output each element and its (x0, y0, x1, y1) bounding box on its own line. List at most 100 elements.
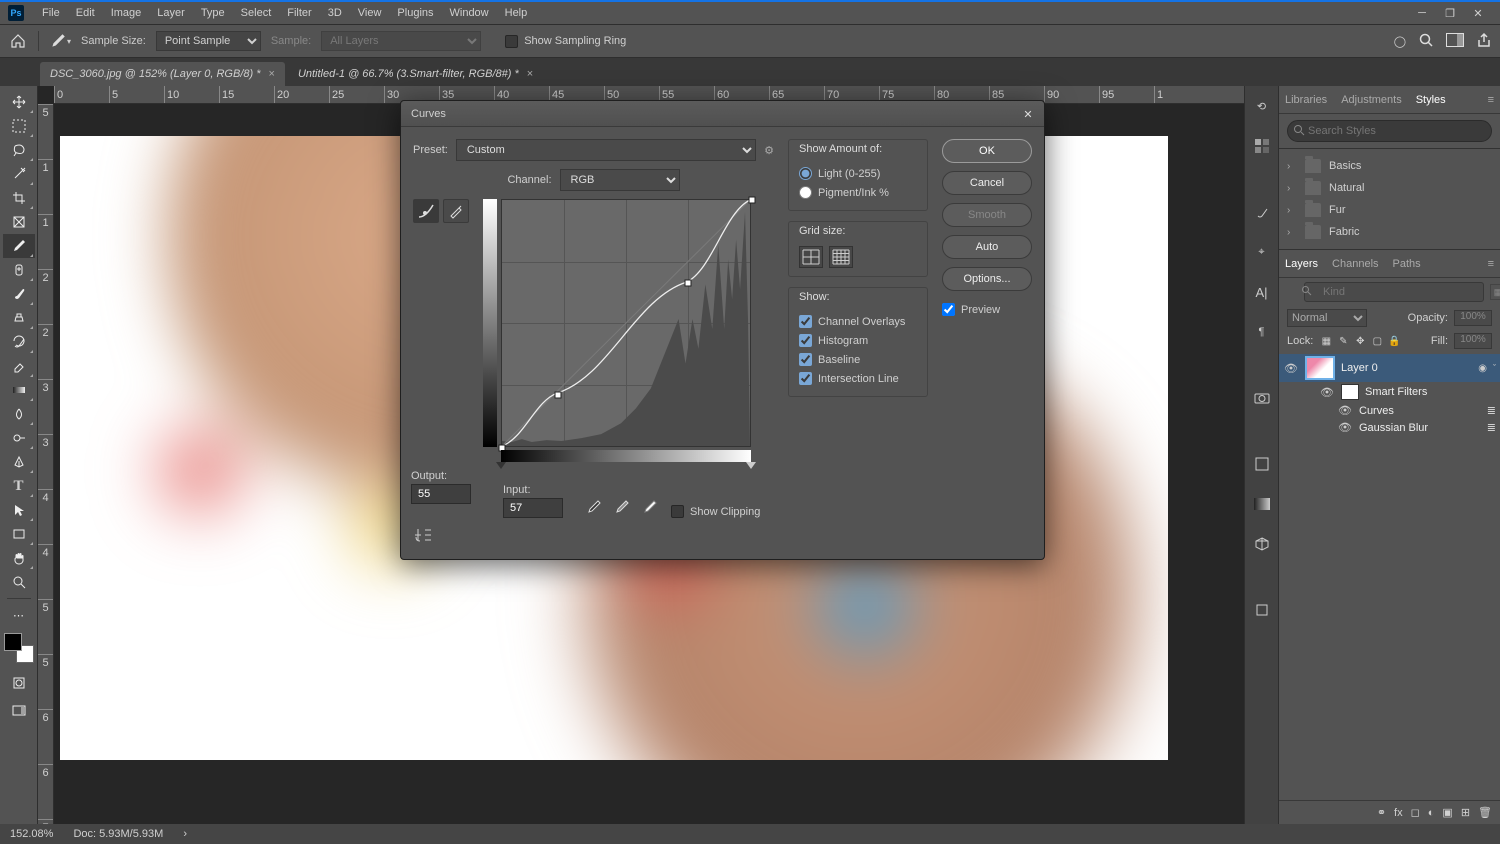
eraser-tool-icon[interactable] (3, 354, 35, 378)
menu-layer[interactable]: Layer (149, 3, 193, 23)
document-tab-inactive[interactable]: Untitled-1 @ 66.7% (3.Smart-filter, RGB/… (288, 62, 543, 86)
preview-checkbox[interactable]: Preview (942, 303, 1032, 316)
history-panel-icon[interactable]: ⟲ (1250, 94, 1274, 118)
dialog-titlebar[interactable]: Curves ✕ (401, 101, 1044, 127)
cloud-account-icon[interactable]: ◯ (1394, 35, 1406, 48)
black-point-eyedropper-icon[interactable] (583, 496, 605, 518)
show-sampling-ring-checkbox[interactable]: Show Sampling Ring (505, 35, 626, 48)
menu-filter[interactable]: Filter (279, 3, 319, 23)
move-tool-icon[interactable] (3, 90, 35, 114)
path-select-tool-icon[interactable] (3, 498, 35, 522)
menu-3d[interactable]: 3D (320, 3, 350, 23)
cancel-button[interactable]: Cancel (942, 171, 1032, 195)
lock-transparency-icon[interactable]: ▦ (1319, 334, 1333, 348)
search-styles-input[interactable] (1287, 120, 1492, 142)
ok-button[interactable]: OK (942, 139, 1032, 163)
tab-paths[interactable]: Paths (1391, 254, 1423, 274)
search-icon[interactable] (1418, 32, 1434, 51)
pen-tool-icon[interactable] (3, 450, 35, 474)
tab-close-icon[interactable]: × (269, 68, 275, 80)
grid-fine-icon[interactable] (829, 246, 853, 268)
curve-draw-tool-icon[interactable] (443, 199, 469, 223)
zoom-tool-icon[interactable] (3, 570, 35, 594)
fill-value[interactable]: 100% (1454, 333, 1492, 349)
eyedropper-tool-icon[interactable]: ▾ (49, 32, 71, 50)
tab-layers[interactable]: Layers (1283, 254, 1320, 274)
zoom-level[interactable]: 152.08% (10, 828, 53, 840)
filter-mask-thumbnail[interactable] (1341, 384, 1359, 400)
quick-mask-icon[interactable] (3, 671, 35, 695)
tab-styles[interactable]: Styles (1414, 90, 1448, 110)
baseline-checkbox[interactable]: Baseline (799, 350, 917, 369)
intersection-checkbox[interactable]: Intersection Line (799, 369, 917, 388)
history-brush-tool-icon[interactable] (3, 330, 35, 354)
style-folder-row[interactable]: ›Natural (1287, 177, 1492, 199)
filter-settings-icon[interactable]: ≣ (1487, 404, 1496, 417)
layer-style-icon[interactable]: fx (1394, 807, 1403, 819)
options-button[interactable]: Options... (942, 267, 1032, 291)
menu-select[interactable]: Select (233, 3, 280, 23)
panel-menu-icon[interactable]: ≡ (1486, 90, 1496, 110)
workspace-icon[interactable] (1446, 33, 1464, 50)
dodge-tool-icon[interactable] (3, 426, 35, 450)
lock-artboard-icon[interactable]: ▢ (1370, 334, 1384, 348)
layer-row[interactable]: 👁 Layer 0 ◉ ˇ (1279, 354, 1500, 382)
menu-plugins[interactable]: Plugins (389, 3, 441, 23)
tab-close-icon[interactable]: × (527, 68, 533, 80)
white-point-slider[interactable] (746, 462, 756, 469)
layer-mask-icon[interactable]: ◻ (1411, 806, 1420, 819)
opacity-value[interactable]: 100% (1454, 310, 1492, 326)
show-clipping-checkbox[interactable]: Show Clipping (671, 505, 760, 518)
clone-source-icon[interactable]: ⌖ (1250, 240, 1274, 264)
type-tool-icon[interactable]: T (3, 474, 35, 498)
swatches-panel-icon[interactable] (1250, 134, 1274, 158)
window-minimize-icon[interactable]: ─ (1408, 3, 1436, 23)
3d-panel-icon[interactable] (1250, 532, 1274, 556)
style-folder-row[interactable]: ›Basics (1287, 155, 1492, 177)
screen-mode-icon[interactable] (3, 699, 35, 723)
window-restore-icon[interactable]: ❐ (1436, 3, 1464, 23)
menu-file[interactable]: File (34, 3, 68, 23)
new-layer-icon[interactable]: ⊞ (1461, 806, 1470, 819)
smooth-button[interactable]: Smooth (942, 203, 1032, 227)
menu-type[interactable]: Type (193, 3, 233, 23)
black-point-slider[interactable] (496, 462, 506, 469)
curve-point-tool-icon[interactable] (413, 199, 439, 223)
healing-tool-icon[interactable] (3, 258, 35, 282)
clone-stamp-tool-icon[interactable] (3, 306, 35, 330)
magic-wand-tool-icon[interactable] (3, 162, 35, 186)
menu-image[interactable]: Image (103, 3, 150, 23)
camera-panel-icon[interactable] (1250, 386, 1274, 410)
eyedropper-tool-icon[interactable] (3, 234, 35, 258)
shape-tool-icon[interactable] (3, 522, 35, 546)
lock-pixels-icon[interactable]: ✎ (1336, 334, 1350, 348)
white-point-eyedropper-icon[interactable] (639, 496, 661, 518)
sample-select[interactable]: All Layers (321, 31, 481, 51)
channel-overlays-checkbox[interactable]: Channel Overlays (799, 312, 917, 331)
auto-button[interactable]: Auto (942, 235, 1032, 259)
menu-help[interactable]: Help (497, 3, 536, 23)
status-chevron-icon[interactable]: › (183, 828, 187, 840)
paragraph-panel-icon[interactable]: ¶ (1250, 320, 1274, 344)
preset-select[interactable]: Custom (456, 139, 756, 161)
link-layers-icon[interactable]: ⚭ (1377, 806, 1386, 819)
edit-toolbar-icon[interactable]: ⋯ (3, 603, 35, 627)
blur-tool-icon[interactable] (3, 402, 35, 426)
layer-filter-input[interactable] (1304, 282, 1484, 302)
blend-mode-select[interactable]: Normal (1287, 309, 1367, 327)
light-radio[interactable]: Light (0-255) (799, 164, 917, 183)
style-folder-row[interactable]: ›Fabric (1287, 221, 1492, 243)
brush-tool-icon[interactable] (3, 282, 35, 306)
character-panel-icon[interactable]: A| (1250, 280, 1274, 304)
layer-row[interactable]: 👁 Gaussian Blur ≣ (1279, 419, 1500, 436)
on-image-adjust-icon[interactable] (413, 526, 433, 547)
dialog-close-icon[interactable]: ✕ (1020, 106, 1036, 122)
frame-tool-icon[interactable] (3, 210, 35, 234)
gray-point-eyedropper-icon[interactable] (611, 496, 633, 518)
style-folder-row[interactable]: ›Fur (1287, 199, 1492, 221)
layer-thumbnail[interactable] (1305, 356, 1335, 380)
lock-position-icon[interactable]: ✥ (1353, 334, 1367, 348)
channel-select[interactable]: RGB (560, 169, 680, 191)
input-gradient-strip[interactable] (501, 450, 751, 462)
delete-layer-icon[interactable]: 🗑 (1478, 806, 1492, 819)
